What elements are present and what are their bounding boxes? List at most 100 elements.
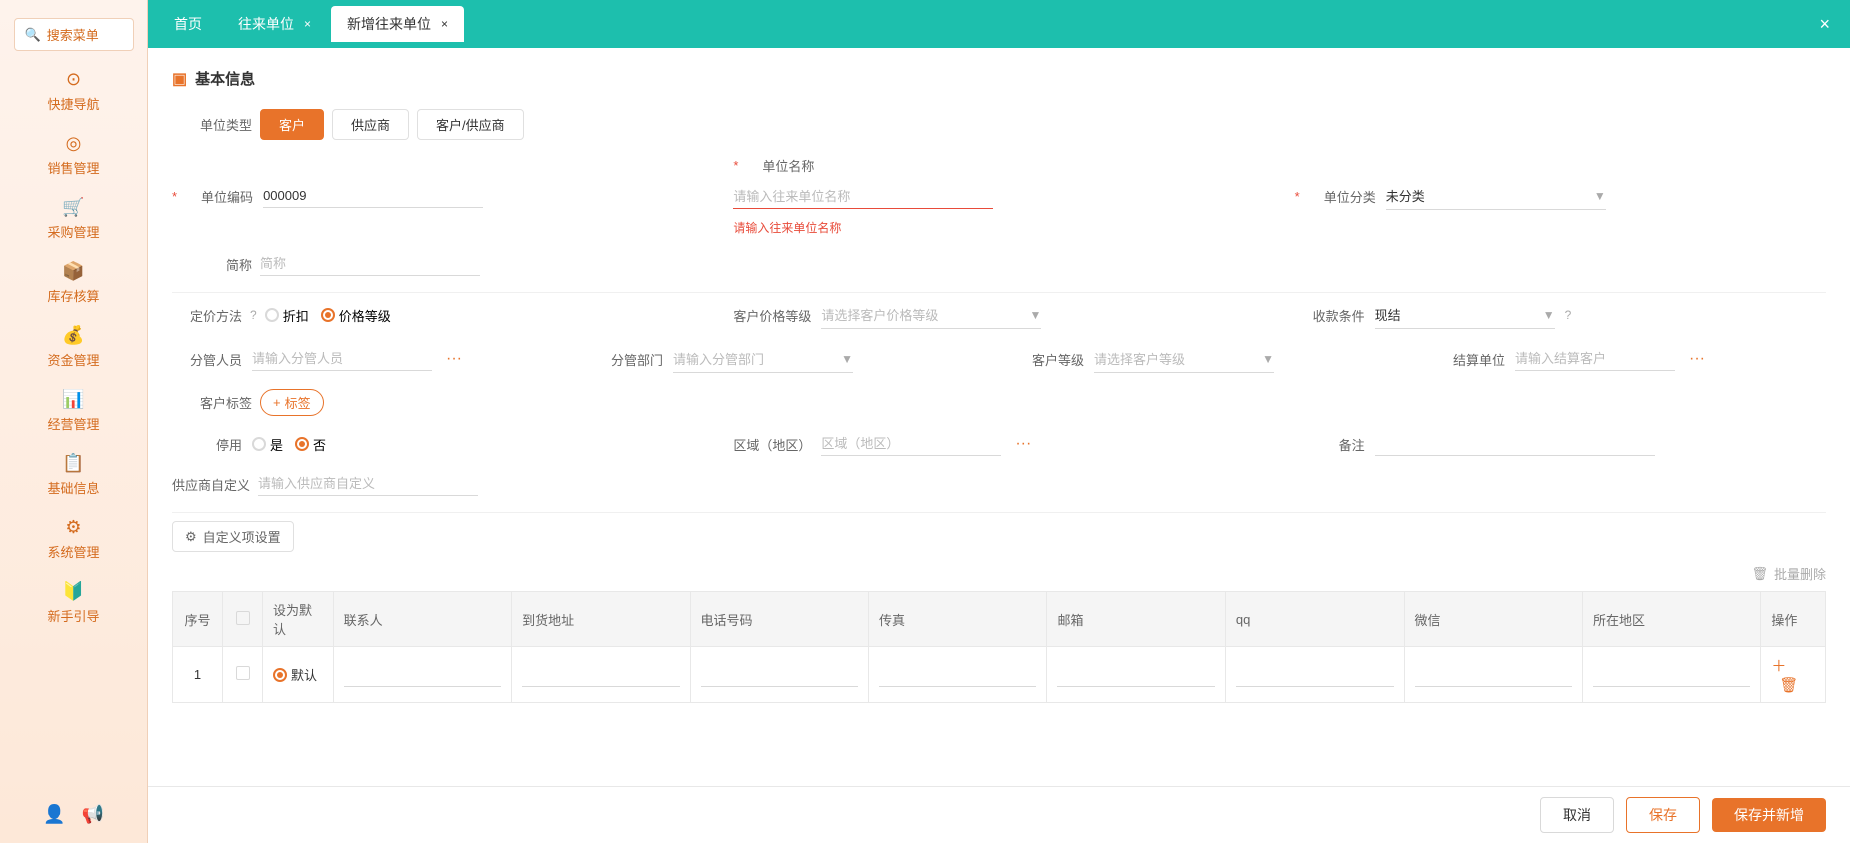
sidebar-item-inventory[interactable]: 📦 库存核算 xyxy=(0,251,147,315)
row-email-input[interactable] xyxy=(1057,663,1214,687)
tab-new-contact[interactable]: 新增往来单位 × xyxy=(331,6,464,42)
sidebar-item-sales[interactable]: ◎ 销售管理 xyxy=(0,123,147,187)
pricing-level[interactable]: 价格等级 xyxy=(321,306,391,325)
payment-help-icon[interactable]: ? xyxy=(1565,308,1572,322)
customer-price-chevron: ▼ xyxy=(1029,308,1041,322)
manager-more-btn[interactable]: ··· xyxy=(442,350,466,368)
save-new-button[interactable]: 保存并新增 xyxy=(1712,798,1826,832)
customer-level-select[interactable]: 请选择客户等级 ▼ xyxy=(1094,345,1274,373)
payment-value: 现结 xyxy=(1375,305,1401,324)
disabled-no-label: 否 xyxy=(313,435,326,454)
region-input[interactable] xyxy=(821,432,1001,456)
sidebar-item-finance[interactable]: 💰 资金管理 xyxy=(0,315,147,379)
customer-level-placeholder: 请选择客户等级 xyxy=(1094,349,1185,368)
unit-type-row: 单位类型 客户 供应商 客户/供应商 xyxy=(172,109,1826,140)
custom-settings-wrap: ⚙ 自定义项设置 xyxy=(172,521,1826,552)
disabled-yes[interactable]: 是 xyxy=(252,435,283,454)
row-add-icon[interactable]: ＋ xyxy=(1771,658,1786,675)
sidebar-item-operations[interactable]: 📊 经营管理 xyxy=(0,379,147,443)
quick-nav-icon: ⊙ xyxy=(66,69,81,90)
row-phone[interactable] xyxy=(690,647,868,703)
pricing-discount[interactable]: 折扣 xyxy=(265,306,309,325)
payment-select[interactable]: 现结 ▼ xyxy=(1375,301,1555,329)
add-tag-button[interactable]: + 标签 xyxy=(260,389,324,416)
unit-category-select[interactable]: 未分类 ▼ xyxy=(1386,182,1606,210)
th-check xyxy=(223,592,263,647)
header-checkbox[interactable] xyxy=(236,611,250,625)
disabled-yes-radio xyxy=(252,437,266,451)
row-contact[interactable] xyxy=(333,647,511,703)
abbr-input[interactable] xyxy=(260,252,480,276)
unit-type-both[interactable]: 客户/供应商 xyxy=(417,109,524,140)
section-title: 基本信息 xyxy=(195,68,255,89)
pricing-discount-radio xyxy=(265,308,279,322)
unit-type-label: 单位类型 xyxy=(172,115,252,134)
row-qq-input[interactable] xyxy=(1236,663,1394,687)
notification-icon[interactable]: 📢 xyxy=(82,804,104,825)
unit-type-group: 客户 供应商 客户/供应商 xyxy=(260,109,524,140)
save-button[interactable]: 保存 xyxy=(1626,797,1700,833)
row-email[interactable] xyxy=(1047,647,1225,703)
supplier-custom-input[interactable] xyxy=(258,472,478,496)
sidebar-item-basics[interactable]: 📋 基础信息 xyxy=(0,443,147,507)
sidebar-item-system[interactable]: ⚙ 系统管理 xyxy=(0,507,147,571)
row-checkbox[interactable] xyxy=(236,666,250,680)
region-more-btn[interactable]: ··· xyxy=(1011,435,1035,453)
row-wechat-input[interactable] xyxy=(1415,663,1572,687)
settlement-more-btn[interactable]: ··· xyxy=(1685,350,1709,368)
unit-name-input[interactable] xyxy=(733,185,993,209)
cancel-button[interactable]: 取消 xyxy=(1540,797,1614,833)
row-address-input[interactable] xyxy=(522,663,679,687)
tab-contacts[interactable]: 往来单位 × xyxy=(222,6,327,42)
unit-type-customer[interactable]: 客户 xyxy=(260,109,324,140)
sidebar-item-guide[interactable]: 🔰 新手引导 xyxy=(0,571,147,635)
row-qq[interactable] xyxy=(1225,647,1404,703)
tab-home[interactable]: 首页 xyxy=(158,6,218,42)
row-fax[interactable] xyxy=(868,647,1046,703)
dept-label: 分管部门 xyxy=(593,350,663,369)
unit-code-input[interactable] xyxy=(263,184,483,208)
disabled-region-row: 停用 是 否 区域（地区） ··· xyxy=(172,432,1826,456)
dept-select[interactable]: 请输入分管部门 ▼ xyxy=(673,345,853,373)
manager-input[interactable] xyxy=(252,347,432,371)
basic-info-form: 单位类型 客户 供应商 客户/供应商 * 单位编码 xyxy=(172,109,1826,703)
operations-icon: 📊 xyxy=(62,389,84,410)
settlement-input[interactable] xyxy=(1515,347,1675,371)
tab-contacts-close[interactable]: × xyxy=(304,17,311,31)
th-contact: 联系人 xyxy=(333,592,511,647)
customer-price-select[interactable]: 请选择客户价格等级 ▼ xyxy=(821,301,1041,329)
remark-input[interactable] xyxy=(1375,432,1655,456)
pricing-help-icon[interactable]: ? xyxy=(250,308,257,322)
row-check[interactable] xyxy=(223,647,263,703)
row-region[interactable] xyxy=(1582,647,1760,703)
row-address[interactable] xyxy=(512,647,690,703)
unit-type-supplier[interactable]: 供应商 xyxy=(332,109,409,140)
custom-settings-button[interactable]: ⚙ 自定义项设置 xyxy=(172,521,294,552)
row-phone-input[interactable] xyxy=(701,663,858,687)
row-delete-icon[interactable]: 🗑 xyxy=(1779,677,1798,694)
th-qq: qq xyxy=(1225,592,1404,647)
batch-delete-btn[interactable]: 🗑 批量删除 xyxy=(172,564,1826,583)
row-wechat[interactable] xyxy=(1404,647,1582,703)
finance-icon: 💰 xyxy=(62,325,84,346)
user-icon[interactable]: 👤 xyxy=(43,804,65,825)
sidebar-bottom-actions[interactable]: 👤 📢 xyxy=(43,796,104,833)
tabs-global-close[interactable]: × xyxy=(1809,14,1840,35)
disabled-no-radio xyxy=(295,437,309,451)
row-default-radio-item[interactable]: 默认 xyxy=(273,665,323,684)
row-fax-input[interactable] xyxy=(879,663,1036,687)
sidebar-item-label: 销售管理 xyxy=(47,158,99,177)
disabled-no[interactable]: 否 xyxy=(295,435,326,454)
form-footer: 取消 保存 保存并新增 xyxy=(148,786,1850,843)
search-menu[interactable]: 🔍 搜索菜单 xyxy=(14,18,134,51)
sidebar-item-purchase[interactable]: 🛒 采购管理 xyxy=(0,187,147,251)
sidebar-item-quick-nav[interactable]: ⊙ 快捷导航 xyxy=(0,59,147,123)
pricing-level-label: 价格等级 xyxy=(339,306,391,325)
gear-icon: ⚙ xyxy=(185,529,197,545)
customer-level-label: 客户等级 xyxy=(1014,350,1084,369)
row-contact-input[interactable] xyxy=(344,663,501,687)
row-region-input[interactable] xyxy=(1593,663,1750,687)
tab-new-contact-close[interactable]: × xyxy=(441,17,448,31)
unit-code-name-row: * 单位编码 * 单位名称 请输入往来单位名称 * 单位 xyxy=(172,156,1826,236)
th-no: 序号 xyxy=(173,592,223,647)
